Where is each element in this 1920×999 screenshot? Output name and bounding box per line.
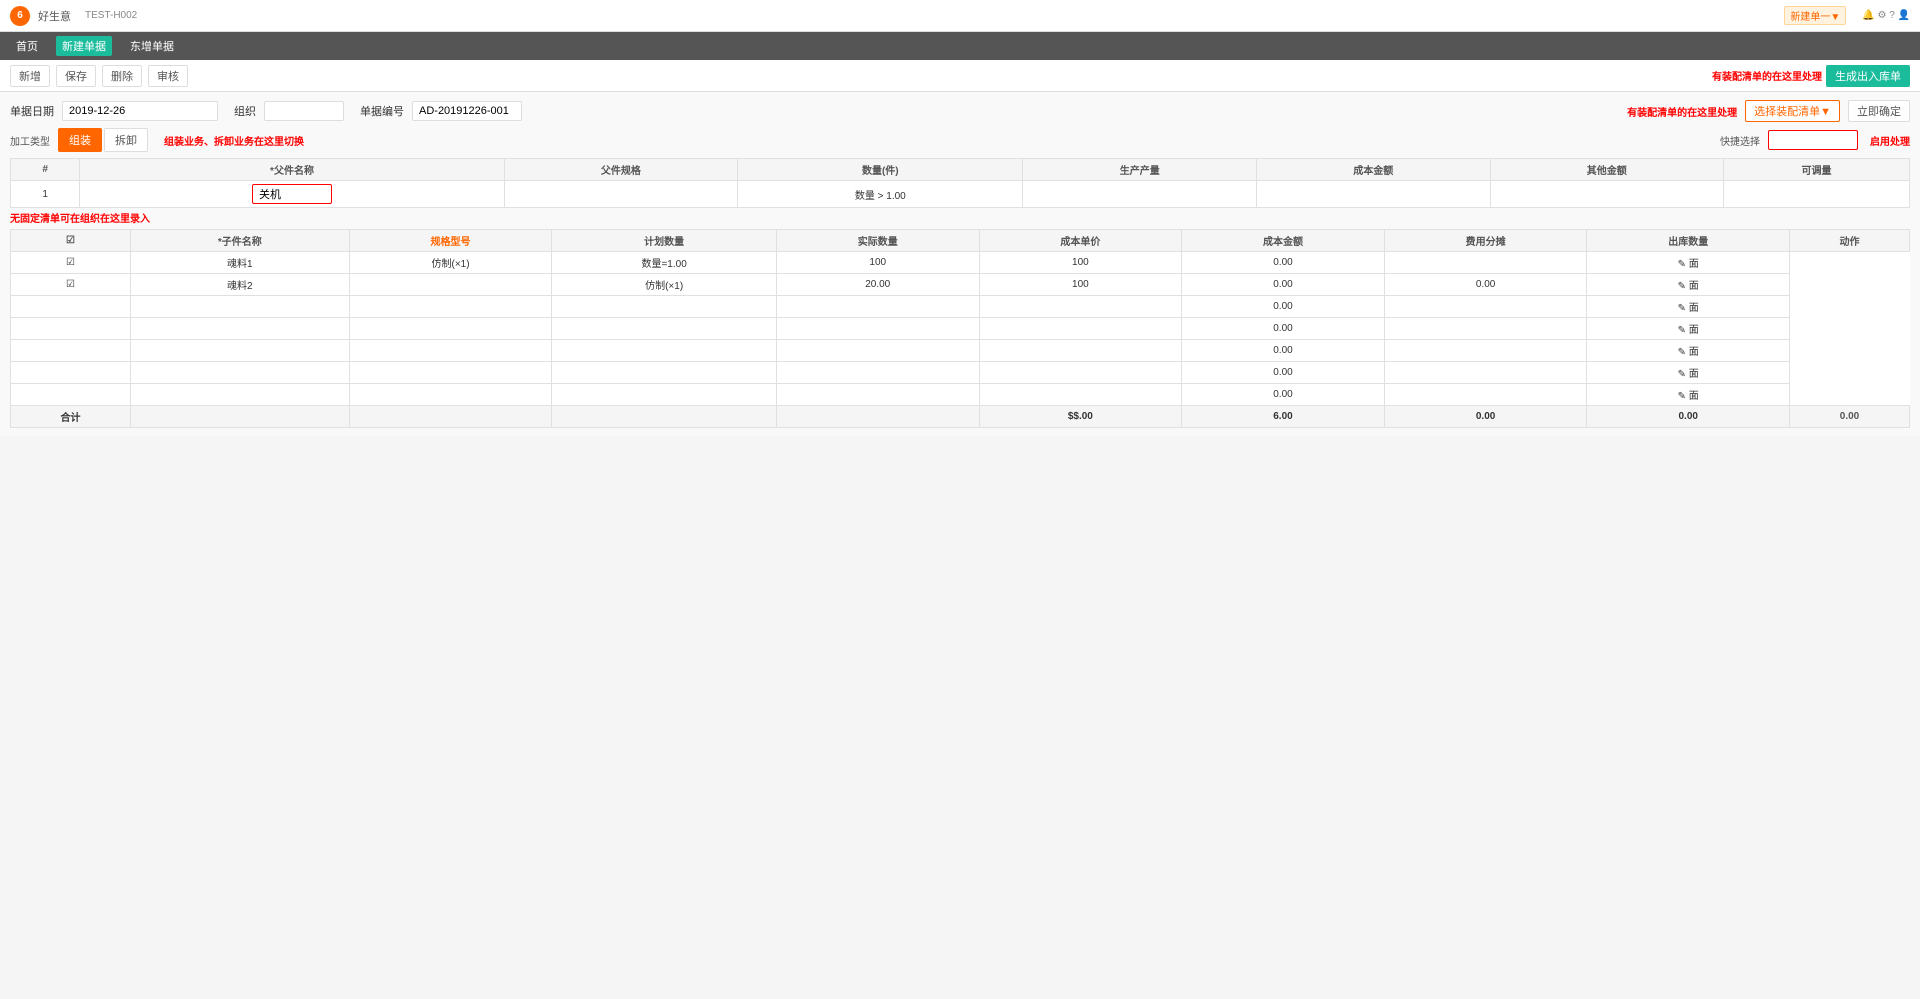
steps-area: 操作步骤： 场景一：加工类型选择 当由多个子件材料组装成一个成品的业务为【组装】… xyxy=(272,271,1888,638)
app-mockup: 6 好生意 TEST-H002 新建单一▼ 🔔 ⚙ ? 👤 首页 新建单据 东增… xyxy=(293,616,1867,618)
content-area: 功能介绍：组装拆卸单用来处理企业组装或拆卸等加工业务，支持有固定装配清单的产品加… xyxy=(240,52,1920,999)
main-area: 组装拆卸单 ↗ 分享 功能介绍：组装拆卸单用来处理企业组装或拆卸等加工业务，支持… xyxy=(240,0,1920,999)
screenshot-container: 6 好生意 TEST-H002 新建单一▼ 🔔 ⚙ ? 👤 首页 新建单据 东增… xyxy=(293,616,1867,618)
